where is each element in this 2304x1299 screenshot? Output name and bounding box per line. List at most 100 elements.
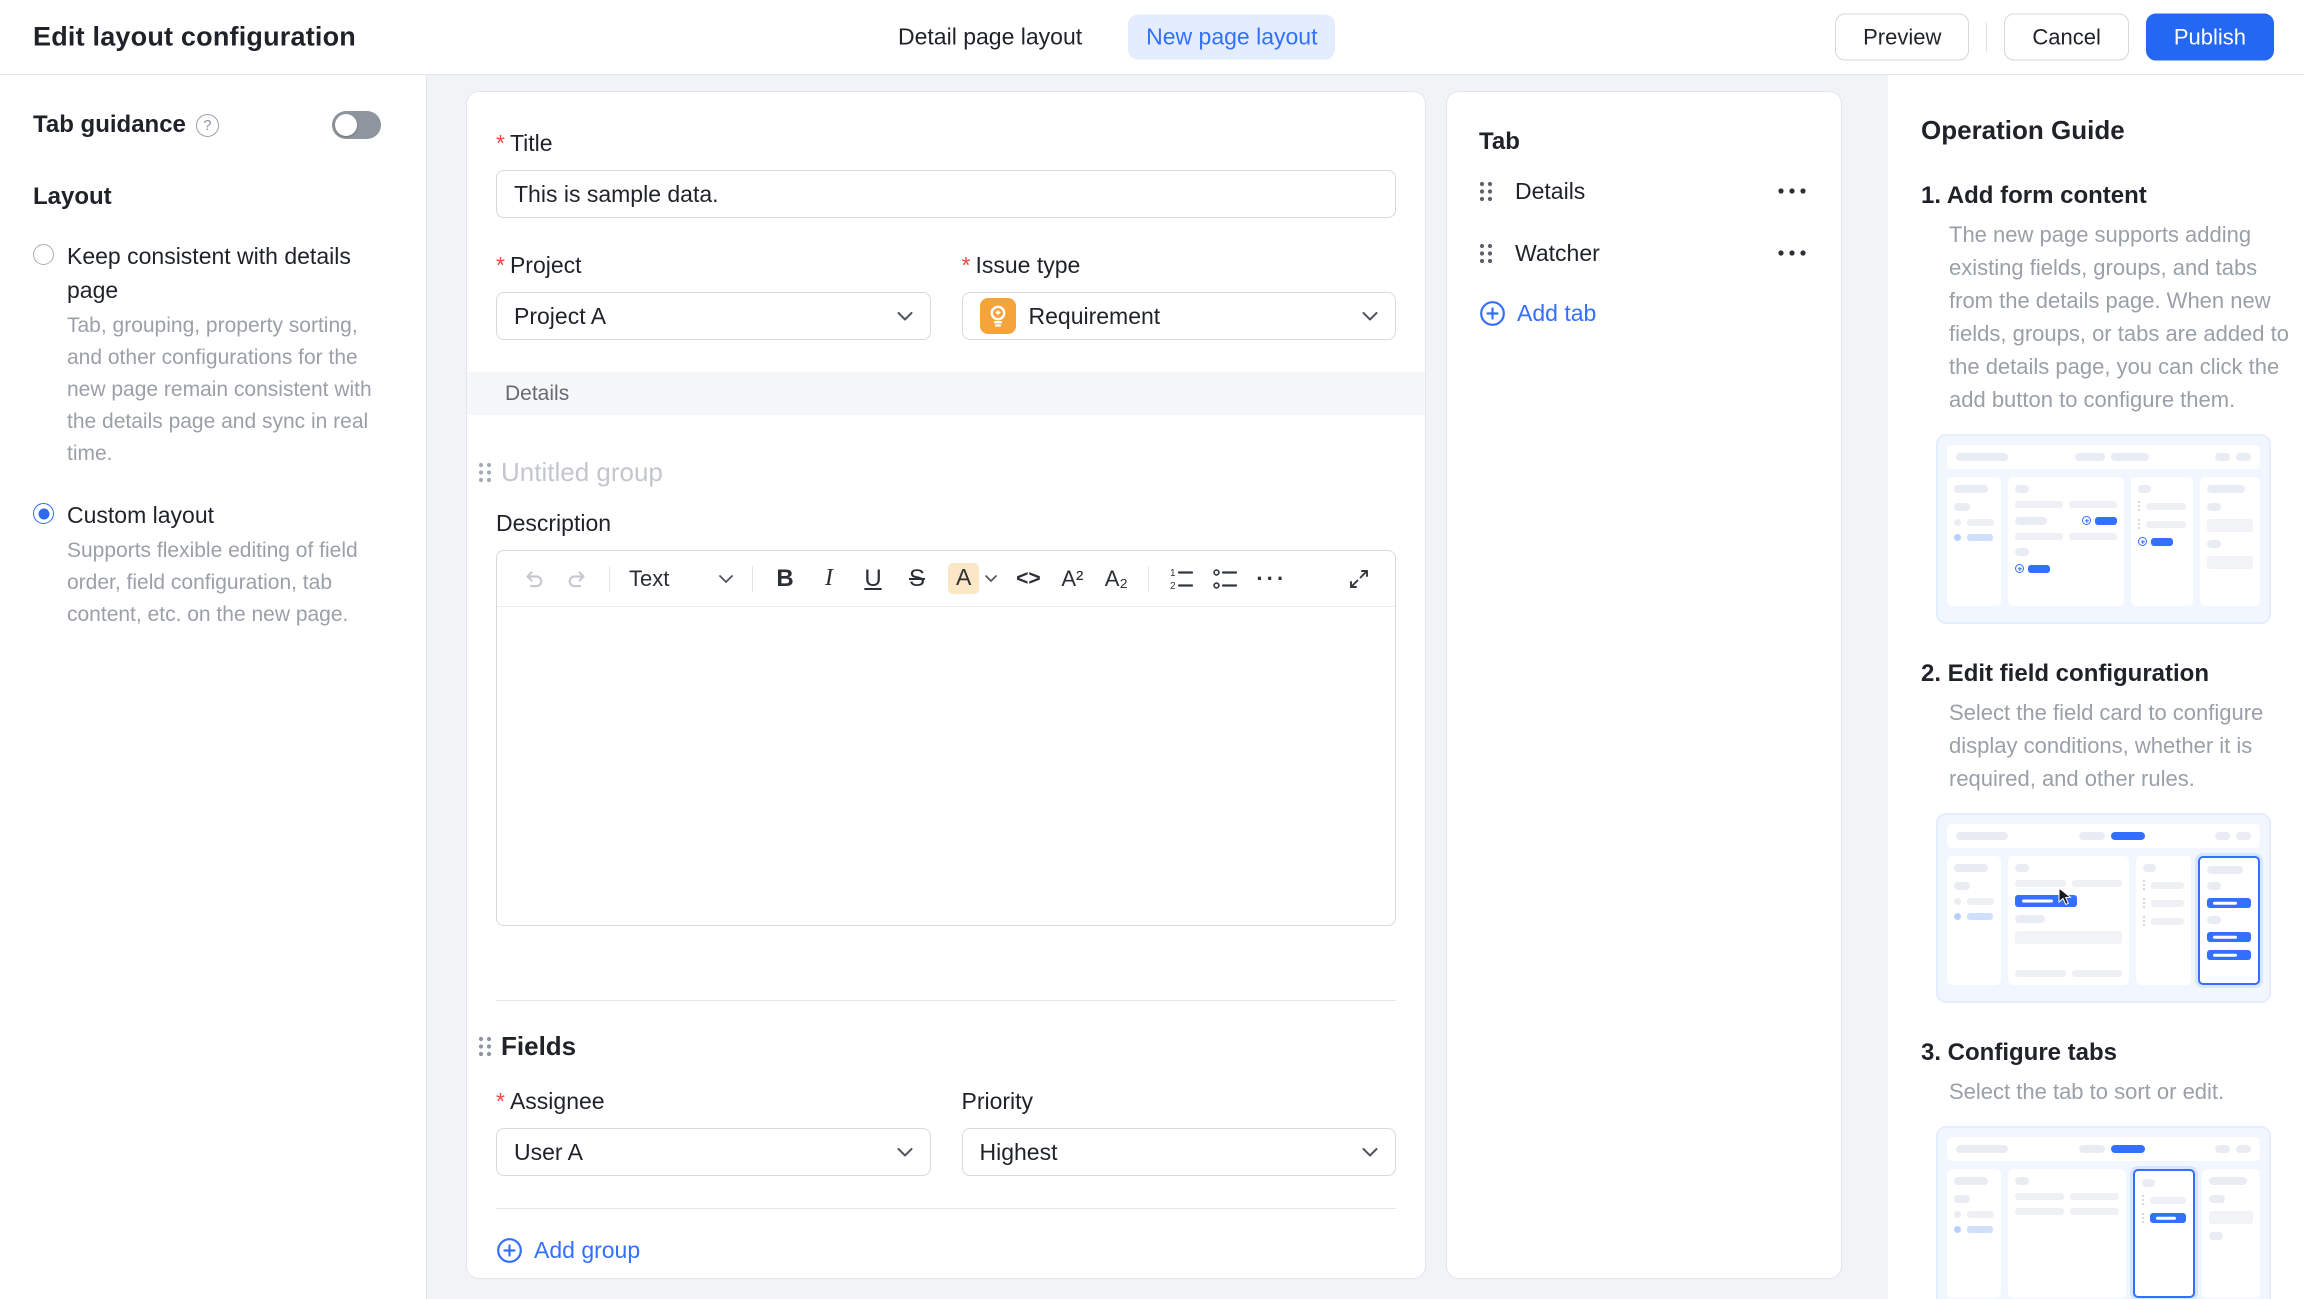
tab-guidance-toggle[interactable] [332, 111, 381, 139]
group-title: Fields [501, 1031, 577, 1061]
project-label: Project [509, 252, 582, 278]
option-keep-consistent[interactable]: Keep consistent with details page Tab, g… [33, 239, 381, 470]
option-label: Custom layout [67, 502, 215, 528]
chevron-down-icon [985, 575, 998, 582]
chevron-down-icon [1362, 1147, 1378, 1156]
drag-handle-icon[interactable] [1479, 243, 1493, 264]
guide-step-3: 3. Configure tabs Select the tab to sort… [1921, 1039, 2284, 1299]
issue-type-label: Issue type [975, 252, 1081, 278]
cursor-icon [2058, 887, 2072, 906]
tab-guidance-row: Tab guidance ? [33, 111, 381, 139]
layout-heading: Layout [33, 183, 112, 210]
step-title: 1. Add form content [1921, 182, 2147, 209]
paragraph-style-dropdown[interactable]: Text [622, 559, 740, 599]
priority-select[interactable]: Highest [961, 1128, 1396, 1176]
header-divider [1986, 22, 1988, 52]
tab-row-details[interactable]: Details [1479, 164, 1813, 218]
title-field: * Title [496, 130, 1396, 218]
required-asterisk: * [496, 130, 505, 156]
step-description: The new page supports adding existing fi… [1949, 222, 2289, 412]
ordered-list-icon[interactable]: 12 [1161, 559, 1201, 599]
group-fields[interactable]: Fields [478, 1031, 1396, 1062]
toolbar-separator [1148, 565, 1150, 592]
add-group-label: Add group [534, 1237, 641, 1263]
layout-canvas: *Title *Project Project A *Issue type [427, 75, 1888, 1299]
add-tab-button[interactable]: Add tab [1479, 300, 1596, 327]
priority-field: Priority Highest [961, 1088, 1396, 1176]
chevron-down-icon [719, 574, 733, 583]
redo-icon[interactable] [557, 559, 597, 599]
bold-icon[interactable]: B [765, 559, 805, 599]
tab-item-label: Watcher [1515, 239, 1600, 266]
plus-circle-icon [497, 1238, 522, 1263]
underline-icon[interactable]: U [853, 559, 893, 599]
page-title: Edit layout configuration [33, 21, 356, 52]
more-options-icon[interactable] [1771, 245, 1813, 261]
layout-mode-tabs: Detail page layout New page layout [880, 14, 1336, 60]
group-divider [496, 1000, 1396, 1001]
subscript-icon[interactable]: A₂ [1096, 559, 1136, 599]
tab-row-watcher[interactable]: Watcher [1479, 226, 1813, 280]
title-label: Title [509, 130, 553, 156]
add-tab-label: Add tab [1517, 300, 1597, 326]
preview-button[interactable]: Preview [1835, 13, 1970, 61]
more-options-icon[interactable] [1771, 183, 1813, 199]
issue-type-select[interactable]: Requirement [961, 292, 1396, 340]
more-tools-icon[interactable]: ··· [1249, 559, 1294, 599]
drag-handle-icon[interactable] [478, 462, 492, 483]
priority-label: Priority [961, 1088, 1034, 1114]
tab-new-page-layout[interactable]: New page layout [1128, 14, 1336, 60]
undo-icon[interactable] [513, 559, 553, 599]
settings-sidebar: Tab guidance ? Layout Keep consistent wi… [0, 75, 427, 1299]
svg-text:1: 1 [1170, 568, 1176, 579]
assignee-select[interactable]: User A [496, 1128, 931, 1176]
italic-icon[interactable]: I [809, 559, 849, 599]
step-description: Select the field card to configure displ… [1949, 700, 2264, 791]
toggle-knob [335, 114, 357, 136]
tab-guidance-label: Tab guidance [33, 111, 186, 138]
step-title: 3. Configure tabs [1921, 1039, 2118, 1066]
cancel-button[interactable]: Cancel [2004, 13, 2129, 61]
guide-step-1: 1. Add form content The new page support… [1921, 182, 2289, 624]
highlight-icon: A [948, 563, 980, 594]
toolbar-separator [609, 565, 610, 592]
project-select[interactable]: Project A [496, 292, 931, 340]
assignee-value: User A [514, 1138, 584, 1165]
chevron-down-icon [1362, 311, 1378, 320]
strikethrough-icon[interactable]: S [897, 559, 937, 599]
help-icon[interactable]: ? [195, 113, 219, 137]
tab-detail-page-layout[interactable]: Detail page layout [880, 15, 1100, 60]
form-tab-strip: Details [467, 372, 1425, 415]
tab-item-label: Details [1515, 177, 1586, 204]
publish-button[interactable]: Publish [2145, 13, 2274, 61]
active-tab-label[interactable]: Details [505, 382, 569, 406]
option-description: Supports flexible editing of field order… [67, 539, 358, 626]
project-field: * Project Project A [496, 252, 931, 340]
drag-handle-icon[interactable] [478, 1036, 492, 1057]
required-asterisk: * [961, 252, 971, 278]
option-custom-layout[interactable]: Custom layout Supports flexible editing … [33, 498, 381, 631]
tab-list-card: Tab Details Watcher Add tab [1446, 91, 1842, 1279]
issue-type-value: Requirement [1028, 302, 1161, 329]
editor-content-area[interactable] [497, 607, 1395, 925]
chevron-down-icon [897, 311, 912, 320]
paragraph-style-value: Text [629, 565, 670, 591]
title-input[interactable] [496, 170, 1396, 218]
add-group-button[interactable]: Add group [496, 1237, 640, 1264]
option-label: Keep consistent with details page [67, 243, 351, 303]
highlight-color-dropdown[interactable]: A [941, 559, 1004, 599]
header-actions: Preview Cancel Publish [1835, 13, 2274, 61]
form-preview-card: *Title *Project Project A *Issue type [466, 91, 1426, 1279]
issue-type-field: * Issue type Requirement [961, 252, 1396, 340]
expand-editor-icon[interactable] [1339, 559, 1379, 599]
radio-selected-icon[interactable] [33, 503, 54, 524]
group-untitled[interactable]: Untitled group [478, 457, 1396, 488]
plus-circle-icon [1480, 301, 1505, 326]
group-divider [496, 1208, 1396, 1209]
code-icon[interactable]: <> [1008, 559, 1048, 599]
radio-unselected-icon[interactable] [33, 244, 54, 265]
bullet-list-icon[interactable] [1205, 559, 1245, 599]
superscript-icon[interactable]: A² [1052, 559, 1092, 599]
project-value: Project A [514, 302, 607, 329]
drag-handle-icon[interactable] [1479, 181, 1493, 202]
